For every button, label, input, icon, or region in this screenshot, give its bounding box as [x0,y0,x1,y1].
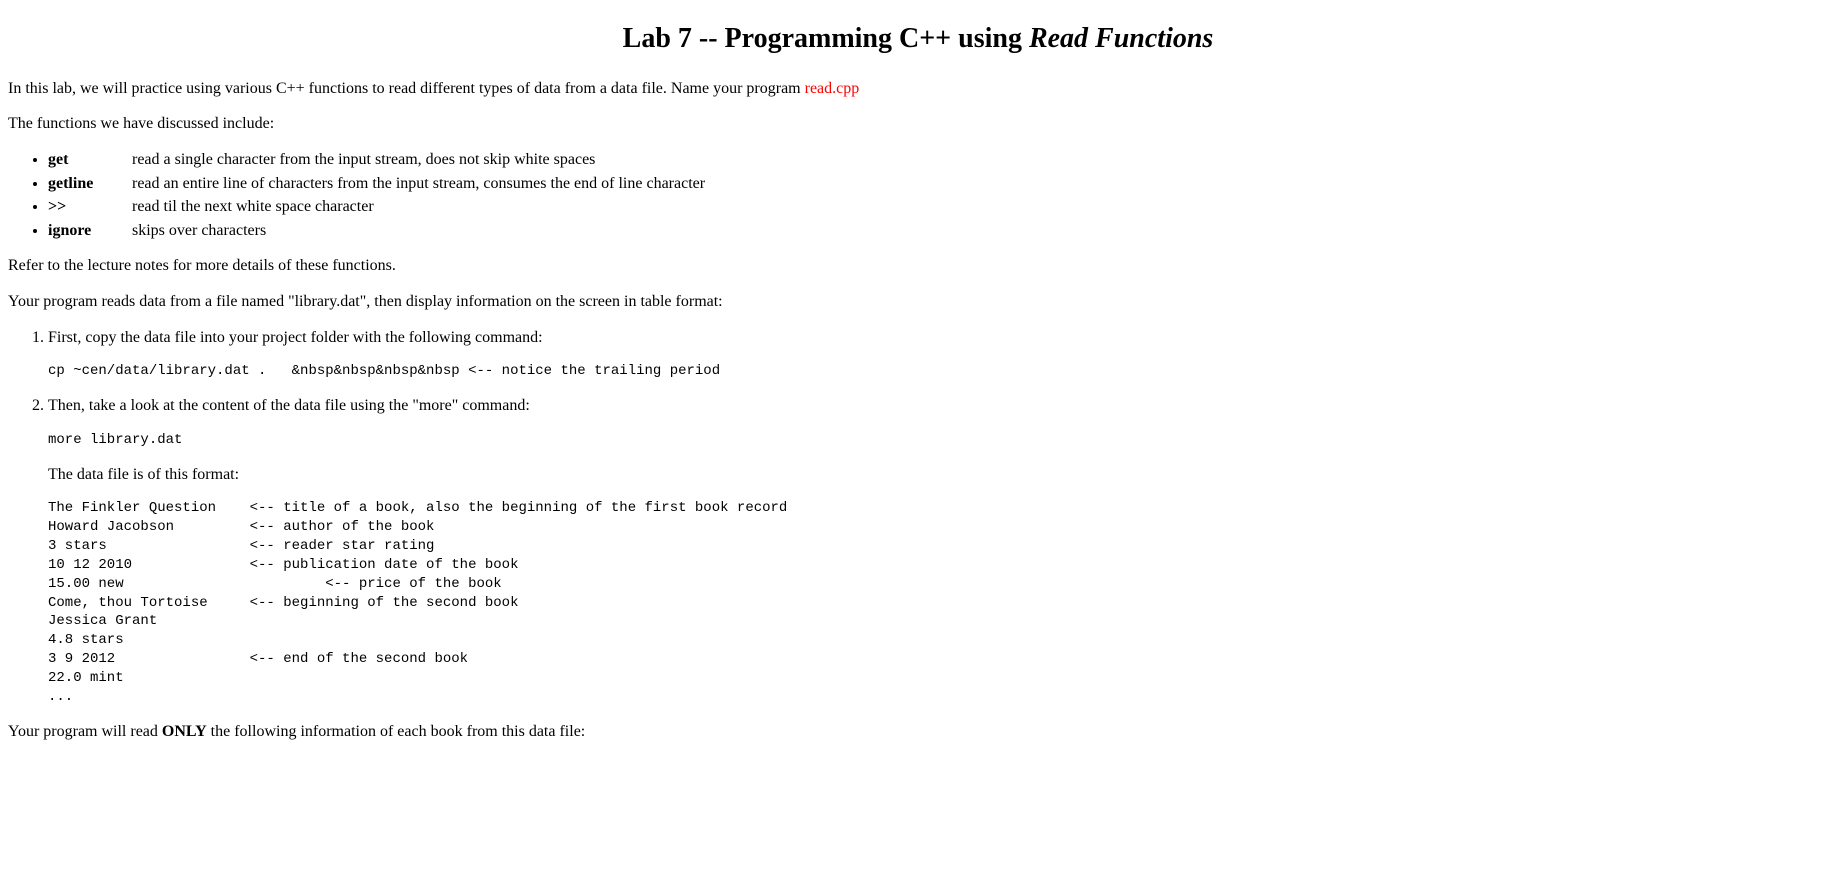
list-item: get read a single character from the inp… [48,149,1828,171]
refer-note: Refer to the lecture notes for more deta… [8,255,1828,277]
function-name: ignore [48,220,128,242]
functions-intro: The functions we have discussed include: [8,113,1828,135]
function-name: getline [48,173,128,195]
final-suffix: the following information of each book f… [207,723,586,740]
title-italic: Read Functions [1029,23,1213,54]
list-item: ignore skips over characters [48,220,1828,242]
data-format-block: The Finkler Question <-- title of a book… [48,499,1828,707]
function-name: >> [48,196,128,218]
program-reads: Your program reads data from a file name… [8,291,1828,313]
final-paragraph: Your program will read ONLY the followin… [8,721,1828,743]
step-1-code: cp ~cen/data/library.dat . &nbsp&nbsp&nb… [48,362,1828,381]
function-name: get [48,149,128,171]
steps-list: First, copy the data file into your proj… [8,327,1828,707]
final-prefix: Your program will read [8,723,162,740]
function-desc: read a single character from the input s… [132,151,595,168]
function-desc: read an entire line of characters from t… [132,175,705,192]
step-2-code: more library.dat [48,431,1828,450]
functions-list: get read a single character from the inp… [8,149,1828,241]
step-1: First, copy the data file into your proj… [48,327,1828,381]
data-format-intro: The data file is of this format: [48,464,1828,486]
step-2-text: Then, take a look at the content of the … [48,397,530,414]
intro-filename: read.cpp [805,80,860,97]
list-item: >> read til the next white space charact… [48,196,1828,218]
step-1-text: First, copy the data file into your proj… [48,329,543,346]
title-prefix: Lab 7 -- Programming C++ using [623,23,1029,54]
intro-paragraph: In this lab, we will practice using vari… [8,78,1828,100]
list-item: getline read an entire line of character… [48,173,1828,195]
function-desc: skips over characters [132,222,266,239]
final-bold: ONLY [162,723,207,740]
page-title: Lab 7 -- Programming C++ using Read Func… [8,20,1828,58]
step-2: Then, take a look at the content of the … [48,395,1828,707]
intro-text: In this lab, we will practice using vari… [8,80,805,97]
function-desc: read til the next white space character [132,198,374,215]
